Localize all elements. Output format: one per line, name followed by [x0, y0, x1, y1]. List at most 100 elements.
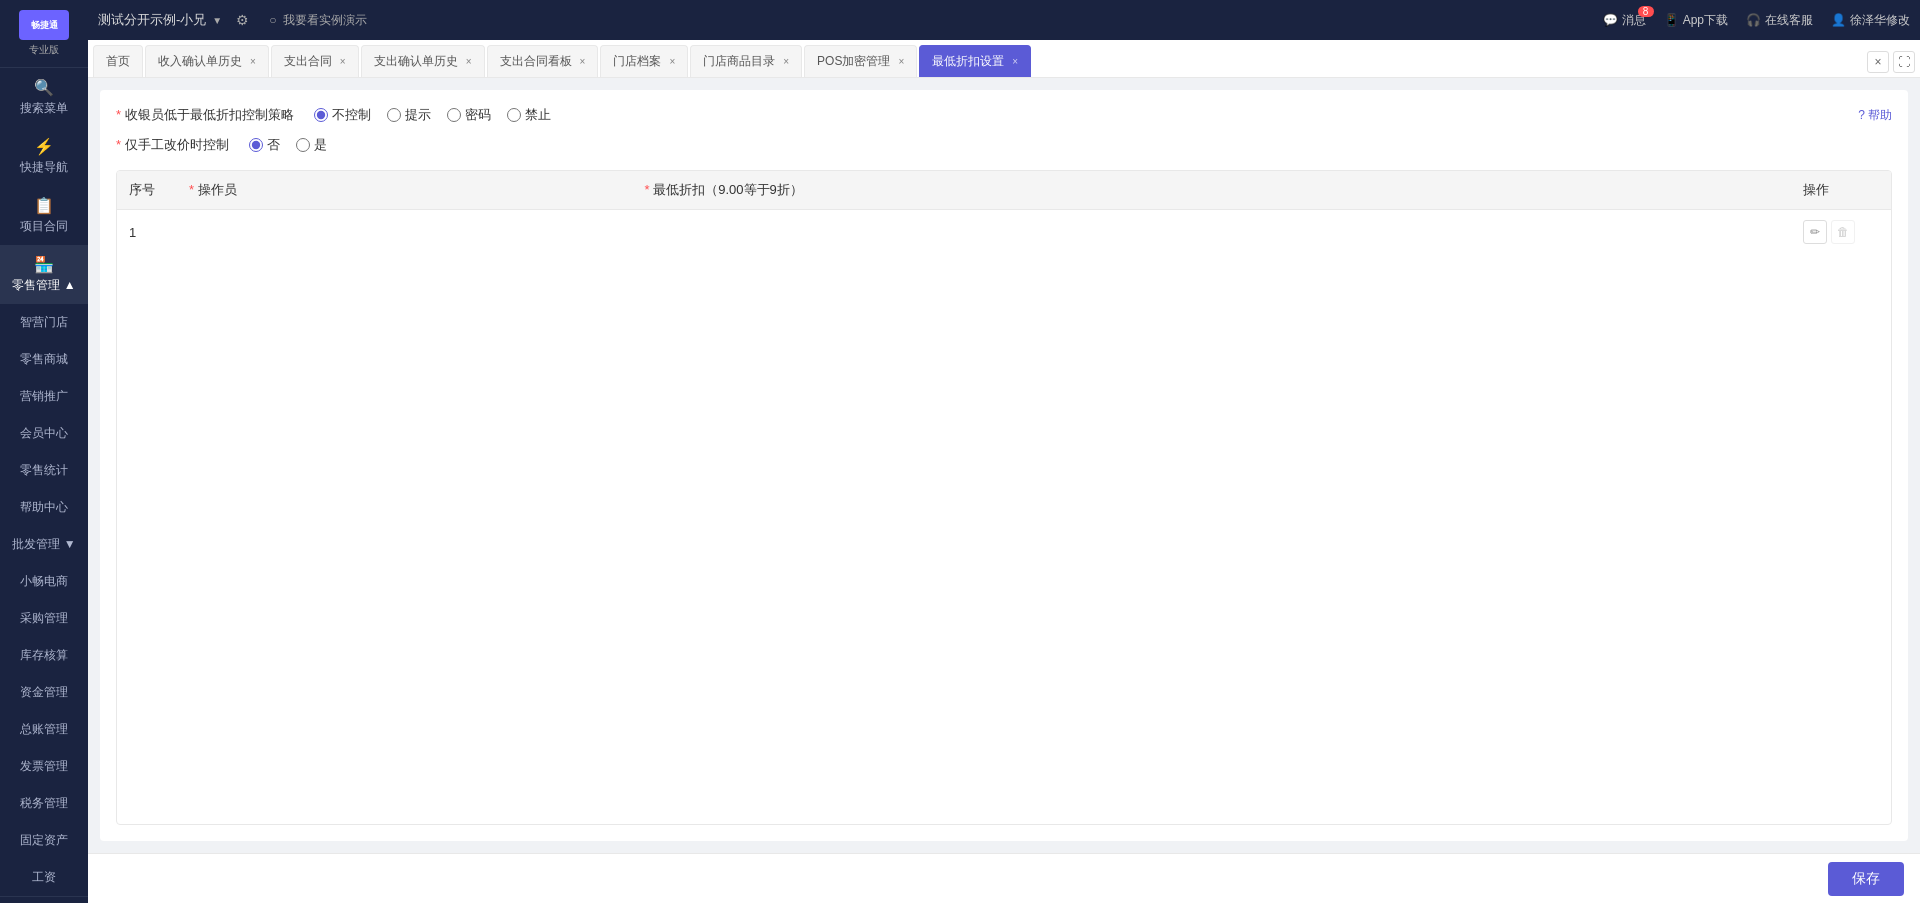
sidebar-item-label: 总账管理 [20, 721, 68, 738]
radio-remind-input[interactable] [387, 108, 401, 122]
radio-no-input[interactable] [249, 138, 263, 152]
sidebar-item-nav[interactable]: ⚡ 快捷导航 [0, 127, 88, 186]
sidebar-item-project[interactable]: 📋 项目合同 [0, 186, 88, 245]
edit-button[interactable]: ✏ [1803, 220, 1827, 244]
sidebar-item-stats[interactable]: 零售统计 [0, 452, 88, 489]
user-icon: 👤 [1831, 13, 1846, 27]
support-icon: 🎧 [1746, 13, 1761, 27]
radio-no[interactable]: 否 [249, 136, 280, 154]
sidebar-item-label: 发票管理 [20, 758, 68, 775]
tab-min-discount[interactable]: 最低折扣设置 × [919, 45, 1031, 77]
tab-income-history[interactable]: 收入确认单历史 × [145, 45, 269, 77]
topbar-message[interactable]: 💬 消息 8 [1603, 12, 1646, 29]
sidebar: 畅捷通 专业版 🔍 搜索菜单 ⚡ 快捷导航 📋 项目合同 🏪 零售管理 ▲ 智营… [0, 0, 88, 903]
tab-min-discount-close[interactable]: × [1012, 56, 1018, 67]
cell-min-discount [633, 210, 1791, 255]
sidebar-item-ecommerce[interactable]: 小畅电商 [0, 563, 88, 600]
sidebar-item-ledger[interactable]: 总账管理 [0, 711, 88, 748]
tab-payment-confirm-label: 支出确认单历史 [374, 53, 458, 70]
tab-store-products-close[interactable]: × [783, 56, 789, 67]
sidebar-item-help[interactable]: 帮助中心 [0, 489, 88, 526]
tab-home-label: 首页 [106, 53, 130, 70]
sidebar-item-smart-store[interactable]: 智营门店 [0, 304, 88, 341]
logo-edition: 专业版 [29, 43, 59, 57]
discount-policy-options: 不控制 提示 密码 禁止 [314, 106, 551, 124]
sidebar-item-label: 采购管理 [20, 610, 68, 627]
sidebar-item-member[interactable]: 会员中心 [0, 415, 88, 452]
message-badge: 8 [1638, 6, 1654, 17]
sidebar-item-marketing[interactable]: 营销推广 [0, 378, 88, 415]
tab-store-products[interactable]: 门店商品目录 × [690, 45, 802, 77]
topbar-dropdown-icon[interactable]: ▼ [212, 15, 222, 26]
radio-forbid[interactable]: 禁止 [507, 106, 551, 124]
topbar-user[interactable]: 👤 徐泽华修改 [1831, 12, 1910, 29]
tab-income-history-close[interactable]: × [250, 56, 256, 67]
manual-price-options: 否 是 [249, 136, 327, 154]
sidebar-item-batch[interactable]: 批发管理 ▼ [0, 526, 88, 563]
tab-pos-manage-close[interactable]: × [898, 56, 904, 67]
tab-close-button[interactable]: × [1867, 51, 1889, 73]
sidebar-item-label: 智营门店 [20, 314, 68, 331]
sidebar-item-finance[interactable]: 资金管理 [0, 674, 88, 711]
topbar: 测试分开示例-小兄 ▼ ⚙ ○ 我要看实例演示 💬 消息 8 📱 App下载 🎧… [88, 0, 1920, 40]
footer: 保存 [88, 853, 1920, 903]
nav-icon: ⚡ [34, 137, 54, 156]
radio-yes[interactable]: 是 [296, 136, 327, 154]
radio-password[interactable]: 密码 [447, 106, 491, 124]
radio-forbid-input[interactable] [507, 108, 521, 122]
tab-expand-button[interactable]: ⛶ [1893, 51, 1915, 73]
sidebar-item-search[interactable]: 🔍 搜索菜单 [0, 68, 88, 127]
sidebar-item-assets[interactable]: 固定资产 [0, 822, 88, 859]
radio-no-control-input[interactable] [314, 108, 328, 122]
sidebar-item-tax[interactable]: 税务管理 [0, 785, 88, 822]
tab-home[interactable]: 首页 [93, 45, 143, 77]
cell-seq: 1 [117, 210, 177, 255]
tab-payment-contract-close[interactable]: × [340, 56, 346, 67]
topbar-settings-icon[interactable]: ⚙ [236, 12, 249, 28]
tab-payment-confirm-close[interactable]: × [466, 56, 472, 67]
discount-policy-row: 收银员低于最低折扣控制策略 不控制 提示 密码 [116, 106, 1892, 124]
manual-price-label: 仅手工改价时控制 [116, 136, 229, 154]
tab-payment-board[interactable]: 支出合同看板 × [487, 45, 599, 77]
cell-actions: ✏ 🗑 [1791, 210, 1891, 255]
sidebar-item-salary[interactable]: 工资 [0, 859, 88, 896]
sidebar-item-purchase[interactable]: 采购管理 [0, 600, 88, 637]
radio-yes-input[interactable] [296, 138, 310, 152]
sidebar-item-label: 工资 [32, 869, 56, 886]
col-actions-header: 操作 [1791, 171, 1891, 210]
form-section: 收银员低于最低折扣控制策略 不控制 提示 密码 [116, 106, 1892, 154]
tab-store-file-close[interactable]: × [669, 56, 675, 67]
radio-password-label: 密码 [465, 106, 491, 124]
sidebar-item-invoice[interactable]: 发票管理 [0, 748, 88, 785]
radio-remind[interactable]: 提示 [387, 106, 431, 124]
tab-pos-manage[interactable]: POS加密管理 × [804, 45, 917, 77]
sidebar-item-retail[interactable]: 🏪 零售管理 ▲ [0, 245, 88, 304]
radio-forbid-label: 禁止 [525, 106, 551, 124]
tabbar-controls: × ⛶ [1867, 51, 1915, 77]
retail-icon: 🏪 [34, 255, 54, 274]
radio-password-input[interactable] [447, 108, 461, 122]
col-operator-header: * 操作员 [177, 171, 633, 210]
help-link[interactable]: ? 帮助 [1858, 107, 1892, 124]
topbar-app-download[interactable]: 📱 App下载 [1664, 12, 1728, 29]
app-icon: 📱 [1664, 13, 1679, 27]
tab-payment-confirm[interactable]: 支出确认单历史 × [361, 45, 485, 77]
topbar-demo[interactable]: ○ 我要看实例演示 [269, 12, 366, 29]
tab-payment-contract[interactable]: 支出合同 × [271, 45, 359, 77]
settings-button[interactable]: ⚙ [0, 896, 88, 903]
sidebar-logo: 畅捷通 专业版 [0, 0, 88, 68]
app-label: App下载 [1683, 12, 1728, 29]
sidebar-item-online-store[interactable]: 零售商城 [0, 341, 88, 378]
sidebar-item-inventory[interactable]: 库存核算 [0, 637, 88, 674]
tab-payment-board-close[interactable]: × [580, 56, 586, 67]
sidebar-item-label: 固定资产 [20, 832, 68, 849]
support-label: 在线客服 [1765, 12, 1813, 29]
delete-button[interactable]: 🗑 [1831, 220, 1855, 244]
topbar-support[interactable]: 🎧 在线客服 [1746, 12, 1813, 29]
sidebar-item-label: 资金管理 [20, 684, 68, 701]
demo-icon: ○ [269, 13, 276, 27]
user-name: 徐泽华修改 [1850, 12, 1910, 29]
save-button[interactable]: 保存 [1828, 862, 1904, 896]
tab-store-file[interactable]: 门店档案 × [600, 45, 688, 77]
radio-no-control[interactable]: 不控制 [314, 106, 371, 124]
